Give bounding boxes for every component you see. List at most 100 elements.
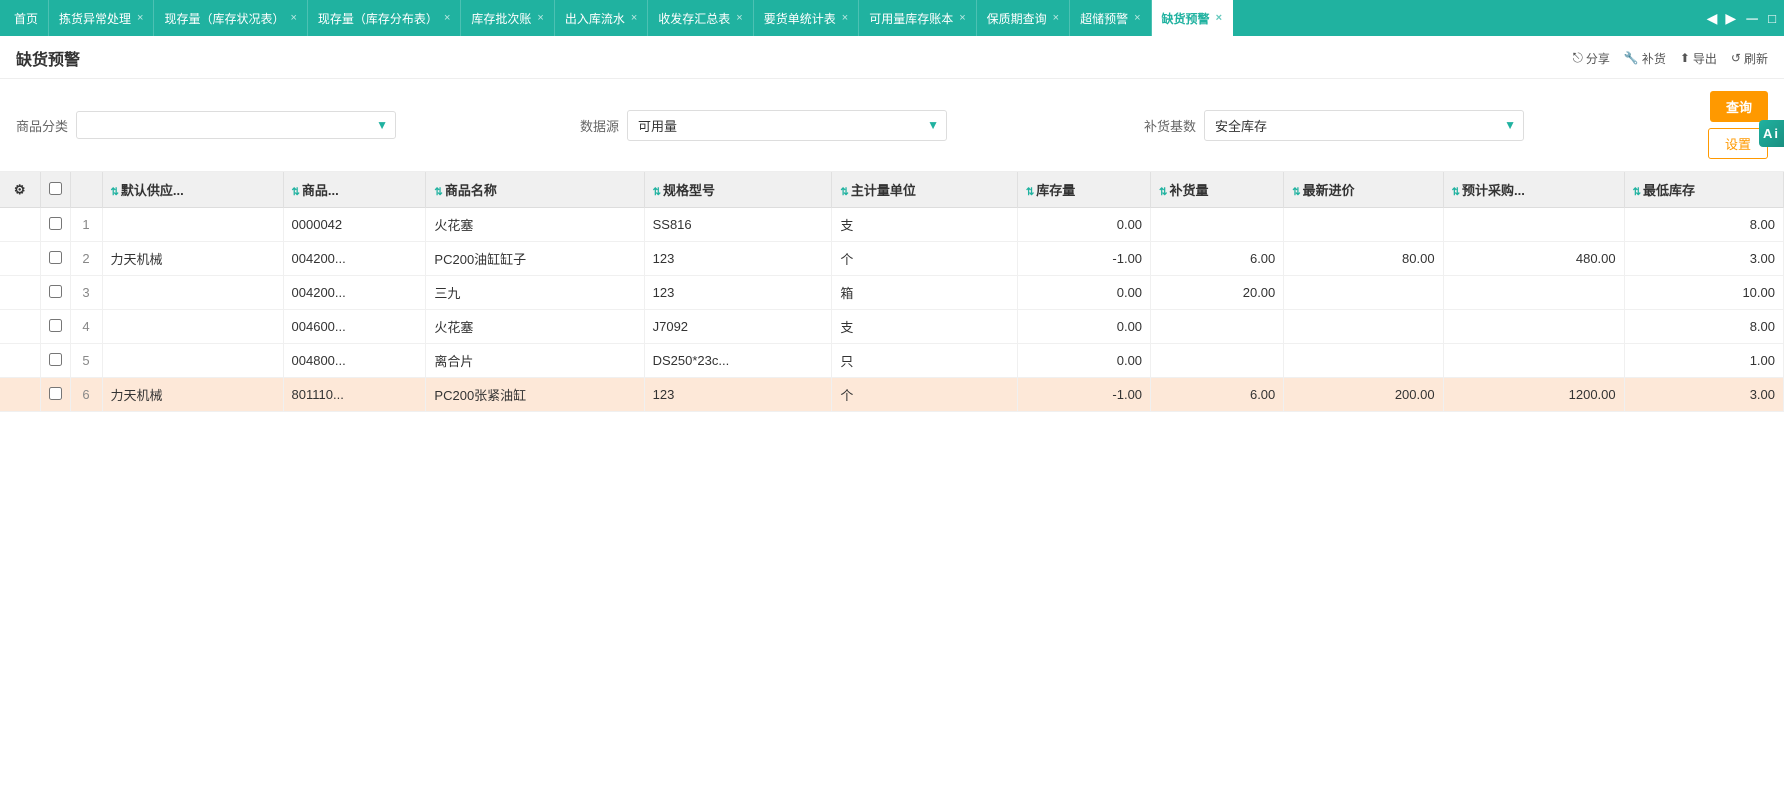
column-gear[interactable]: ⚙ bbox=[0, 172, 40, 208]
tab-prev-btn[interactable]: ◀ bbox=[1703, 10, 1722, 27]
tab-close-icon[interactable]: × bbox=[959, 12, 965, 24]
tab-close-icon[interactable]: × bbox=[842, 12, 848, 24]
row-product-name: 三九 bbox=[426, 276, 644, 310]
tab-item-demand-stats[interactable]: 要货单统计表 × bbox=[754, 0, 859, 36]
sort-icon-9: ⇅ bbox=[1452, 187, 1460, 198]
row-unit: 支 bbox=[832, 310, 1017, 344]
tab-next-btn[interactable]: ▶ bbox=[1721, 10, 1740, 27]
tab-item-batch-account[interactable]: 库存批次账× bbox=[461, 0, 554, 36]
column-unit[interactable]: ⇅主计量单位 bbox=[832, 172, 1017, 208]
row-checkbox-cell bbox=[40, 344, 70, 378]
share-button[interactable]: ⎋ 分享 bbox=[1573, 50, 1610, 67]
tab-close-icon[interactable]: × bbox=[537, 12, 543, 24]
replenish-button[interactable]: 🔧 补货 bbox=[1624, 50, 1666, 67]
tab-close-icon[interactable]: × bbox=[1053, 12, 1059, 24]
tab-label: 首页 bbox=[14, 10, 38, 27]
tab-label: 出入库流水 bbox=[565, 10, 625, 27]
tab-close-icon[interactable]: × bbox=[290, 12, 296, 24]
row-gear bbox=[0, 242, 40, 276]
row-checkbox-cell bbox=[40, 276, 70, 310]
query-button[interactable]: 查询 bbox=[1710, 91, 1768, 122]
tab-close-icon[interactable]: × bbox=[137, 12, 143, 24]
tab-item-inventory-status[interactable]: 现存量（库存状况表）× bbox=[154, 0, 307, 36]
row-product-code: 004600... bbox=[283, 310, 426, 344]
ai-badge[interactable]: Ai bbox=[1759, 120, 1784, 147]
tab-close-icon[interactable]: × bbox=[1216, 12, 1222, 24]
tab-item-abnormal[interactable]: 拣货异常处理× bbox=[49, 0, 154, 36]
tab-label: 超储预警 bbox=[1080, 10, 1128, 27]
tab-item-home[interactable]: 首页 bbox=[4, 0, 49, 36]
data-source-group: 数据源 可用量 ▼ bbox=[580, 110, 1124, 141]
tab-item-available-ledger[interactable]: 可用量库存账本× bbox=[859, 0, 976, 36]
row-checkbox[interactable] bbox=[49, 353, 62, 366]
row-checkbox[interactable] bbox=[49, 387, 62, 400]
column-checkbox[interactable] bbox=[40, 172, 70, 208]
row-checkbox[interactable] bbox=[49, 319, 62, 332]
row-spec: 123 bbox=[644, 242, 832, 276]
sort-icon-4: ⇅ bbox=[653, 187, 661, 198]
tab-minimize-btn[interactable]: － bbox=[1740, 6, 1764, 30]
column-product-name[interactable]: ⇅商品名称 bbox=[426, 172, 644, 208]
row-latest-price: 200.00 bbox=[1284, 378, 1443, 412]
row-unit: 个 bbox=[832, 378, 1017, 412]
data-source-select[interactable]: 可用量 bbox=[627, 110, 947, 141]
column-spec[interactable]: ⇅规格型号 bbox=[644, 172, 832, 208]
table-row: 3004200...三九123箱0.0020.0010.00 bbox=[0, 276, 1784, 310]
commodity-class-select-wrap: ▼ bbox=[76, 111, 396, 139]
export-icon: ⬆ bbox=[1680, 51, 1690, 65]
row-supplier bbox=[102, 208, 283, 242]
column-default-supplier[interactable]: ⇅默认供应... bbox=[102, 172, 283, 208]
sort-icon-3: ⇅ bbox=[434, 187, 442, 198]
tab-item-shortage[interactable]: 缺货预警× bbox=[1152, 0, 1233, 36]
commodity-class-select[interactable] bbox=[76, 111, 396, 139]
refresh-button[interactable]: ↺ 刷新 bbox=[1731, 50, 1768, 67]
tab-item-overstock[interactable]: 超储预警 × bbox=[1070, 0, 1151, 36]
row-min-stock: 3.00 bbox=[1624, 378, 1783, 412]
row-stock: -1.00 bbox=[1017, 378, 1150, 412]
page-header: 缺货预警 ⎋ 分享 🔧 补货 ⬆ 导出 ↺ 刷新 bbox=[0, 36, 1784, 79]
row-replenish bbox=[1151, 208, 1284, 242]
column-product-code[interactable]: ⇅商品... bbox=[283, 172, 426, 208]
row-checkbox-cell bbox=[40, 242, 70, 276]
tab-close-icon[interactable]: × bbox=[736, 12, 742, 24]
share-icon: ⎋ bbox=[1573, 50, 1583, 66]
tab-item-receive-summary[interactable]: 收发存汇总表× bbox=[648, 0, 753, 36]
row-checkbox[interactable] bbox=[49, 217, 62, 230]
tab-label: 要货单统计表 bbox=[764, 10, 836, 27]
row-product-code: 004800... bbox=[283, 344, 426, 378]
column-stock[interactable]: ⇅库存量 bbox=[1017, 172, 1150, 208]
row-checkbox[interactable] bbox=[49, 285, 62, 298]
tab-close-icon[interactable]: × bbox=[1134, 12, 1140, 24]
row-seq: 6 bbox=[70, 378, 102, 412]
tab-item-inventory-dist[interactable]: 现存量（库存分布表）× bbox=[308, 0, 461, 36]
tab-item-inout-flow[interactable]: 出入库流水 × bbox=[555, 0, 648, 36]
column-min-stock[interactable]: ⇅最低库存 bbox=[1624, 172, 1783, 208]
tab-close-icon[interactable]: × bbox=[444, 12, 450, 24]
replenish-base-select[interactable]: 安全库存 bbox=[1204, 110, 1524, 141]
replenish-base-group: 补货基数 安全库存 ▼ bbox=[1144, 110, 1688, 141]
row-replenish: 20.00 bbox=[1151, 276, 1284, 310]
page-container: 缺货预警 ⎋ 分享 🔧 补货 ⬆ 导出 ↺ 刷新 商品分类 bbox=[0, 36, 1784, 796]
data-source-select-wrap: 可用量 ▼ bbox=[627, 110, 947, 141]
row-estimated-purchase bbox=[1443, 344, 1624, 378]
tab-maximize-btn[interactable]: □ bbox=[1764, 11, 1780, 26]
row-seq: 1 bbox=[70, 208, 102, 242]
row-seq: 2 bbox=[70, 242, 102, 276]
row-checkbox[interactable] bbox=[49, 251, 62, 264]
row-supplier bbox=[102, 276, 283, 310]
row-supplier bbox=[102, 310, 283, 344]
sort-icon: ⇅ bbox=[111, 187, 119, 198]
commodity-class-group: 商品分类 ▼ bbox=[16, 111, 560, 139]
column-estimated-purchase[interactable]: ⇅预计采购... bbox=[1443, 172, 1624, 208]
select-all-checkbox[interactable] bbox=[49, 182, 62, 195]
row-min-stock: 10.00 bbox=[1624, 276, 1783, 310]
refresh-icon: ↺ bbox=[1731, 51, 1741, 65]
row-stock: 0.00 bbox=[1017, 208, 1150, 242]
row-stock: 0.00 bbox=[1017, 344, 1150, 378]
tab-item-expiry-query[interactable]: 保质期查询× bbox=[977, 0, 1070, 36]
column-replenish[interactable]: ⇅补货量 bbox=[1151, 172, 1284, 208]
column-seq bbox=[70, 172, 102, 208]
tab-close-icon[interactable]: × bbox=[631, 12, 637, 24]
export-button[interactable]: ⬆ 导出 bbox=[1680, 50, 1717, 67]
column-latest-price[interactable]: ⇅最新进价 bbox=[1284, 172, 1443, 208]
